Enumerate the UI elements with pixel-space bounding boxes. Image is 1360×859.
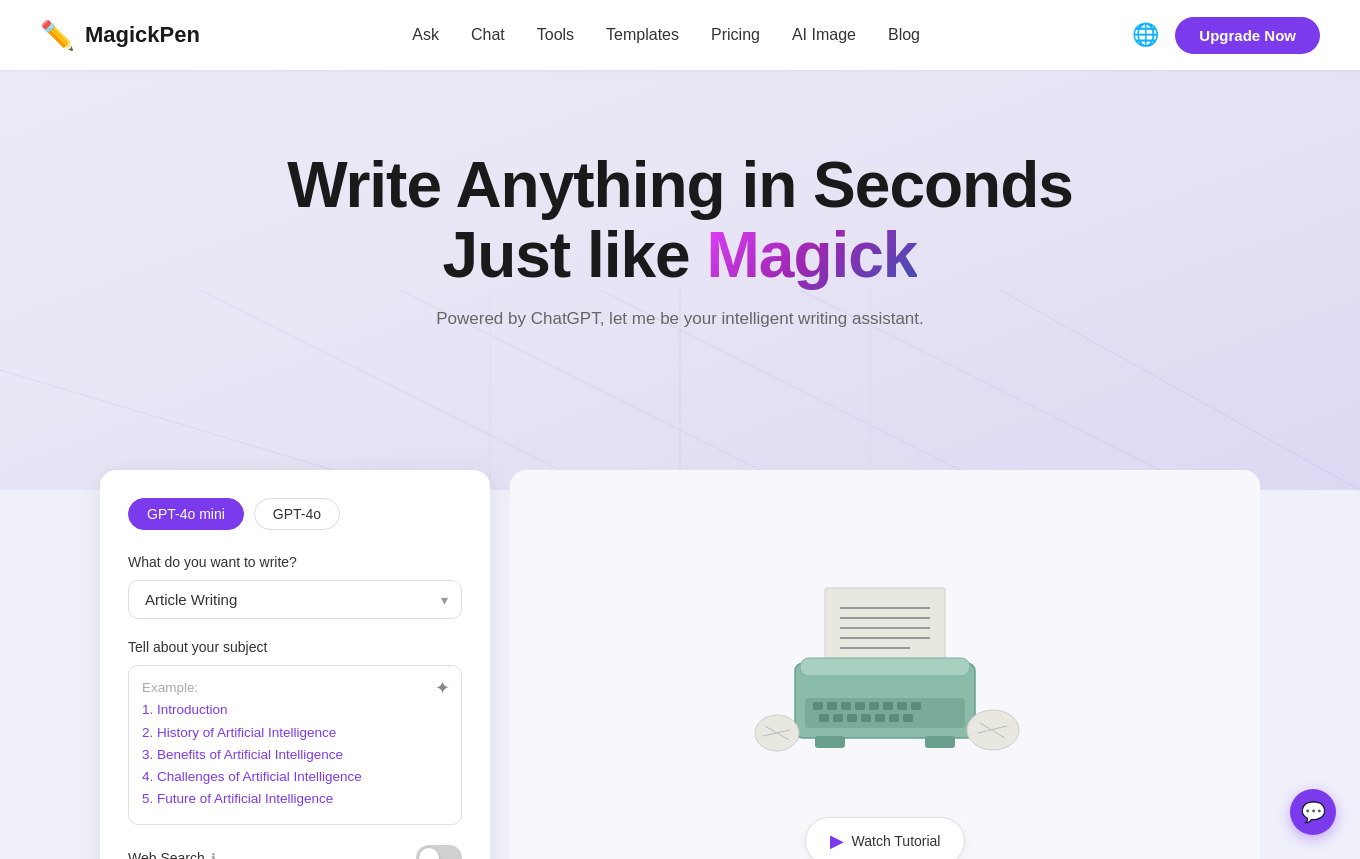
hero-section: Write Anything in Seconds Just like Magi… <box>0 70 1360 490</box>
svg-rect-32 <box>903 714 913 722</box>
web-search-label: Web Search ℹ <box>128 850 216 859</box>
topic-select-wrapper: Article Writing Blog Post Essay Email So… <box>128 580 462 619</box>
svg-rect-16 <box>800 658 970 676</box>
svg-rect-23 <box>883 702 893 710</box>
chat-bubble[interactable]: 💬 <box>1290 789 1336 835</box>
nav-templates[interactable]: Templates <box>606 26 679 44</box>
subject-textarea[interactable] <box>128 665 462 825</box>
svg-rect-34 <box>925 736 955 748</box>
brand-logo[interactable]: ✏️ MagickPen <box>40 19 200 52</box>
svg-rect-28 <box>847 714 857 722</box>
toggle-thumb <box>419 848 439 859</box>
brand-name: MagickPen <box>85 22 200 48</box>
svg-rect-19 <box>827 702 837 710</box>
web-search-row: Web Search ℹ <box>128 845 462 859</box>
hero-title-line2-prefix: Just like <box>443 219 707 291</box>
svg-rect-27 <box>833 714 843 722</box>
hero-title-magick: Magick <box>706 219 917 291</box>
typewriter-illustration <box>725 568 1045 768</box>
svg-rect-20 <box>841 702 851 710</box>
language-icon[interactable]: 🌐 <box>1132 22 1159 48</box>
svg-point-38 <box>967 710 1019 750</box>
svg-rect-21 <box>855 702 865 710</box>
model-tabs: GPT-4o mini GPT-4o <box>128 498 462 530</box>
svg-rect-22 <box>869 702 879 710</box>
nav-ask[interactable]: Ask <box>412 26 439 44</box>
typewriter-svg <box>735 578 1035 758</box>
topic-select[interactable]: Article Writing Blog Post Essay Email So… <box>128 580 462 619</box>
svg-rect-30 <box>875 714 885 722</box>
ai-sparkle-icon[interactable]: ✦ <box>435 677 450 699</box>
textarea-wrapper: Example: 1. Introduction 2. History of A… <box>128 665 462 829</box>
svg-rect-25 <box>911 702 921 710</box>
svg-rect-24 <box>897 702 907 710</box>
main-content: GPT-4o mini GPT-4o What do you want to w… <box>50 470 1310 859</box>
svg-rect-33 <box>815 736 845 748</box>
subject-label: Tell about your subject <box>128 639 462 655</box>
watch-tutorial-label: Watch Tutorial <box>852 833 941 849</box>
nav-ai-image[interactable]: AI Image <box>792 26 856 44</box>
left-panel: GPT-4o mini GPT-4o What do you want to w… <box>100 470 490 859</box>
nav-pricing[interactable]: Pricing <box>711 26 760 44</box>
upgrade-button[interactable]: Upgrade Now <box>1175 17 1320 54</box>
logo-icon: ✏️ <box>40 19 75 52</box>
model-tab-gpt4o-mini[interactable]: GPT-4o mini <box>128 498 244 530</box>
play-icon: ▶ <box>830 830 844 852</box>
nav-links: Ask Chat Tools Templates Pricing AI Imag… <box>412 26 920 44</box>
svg-rect-29 <box>861 714 871 722</box>
nav-tools[interactable]: Tools <box>537 26 574 44</box>
svg-rect-18 <box>813 702 823 710</box>
hero-subtitle: Powered by ChatGPT, let me be your intel… <box>40 309 1320 329</box>
chat-bubble-icon: 💬 <box>1301 800 1326 824</box>
nav-chat[interactable]: Chat <box>471 26 505 44</box>
model-tab-gpt4o[interactable]: GPT-4o <box>254 498 340 530</box>
nav-blog[interactable]: Blog <box>888 26 920 44</box>
web-search-toggle[interactable] <box>416 845 462 859</box>
info-icon[interactable]: ℹ <box>211 851 216 860</box>
hero-title-line1: Write Anything in Seconds <box>287 149 1073 221</box>
hero-title: Write Anything in Seconds Just like Magi… <box>40 150 1320 291</box>
write-label: What do you want to write? <box>128 554 462 570</box>
navbar: ✏️ MagickPen Ask Chat Tools Templates Pr… <box>0 0 1360 70</box>
svg-rect-26 <box>819 714 829 722</box>
right-panel: ▶ Watch Tutorial <box>510 470 1260 859</box>
nav-right: 🌐 Upgrade Now <box>1132 17 1320 54</box>
svg-rect-31 <box>889 714 899 722</box>
watch-tutorial-button[interactable]: ▶ Watch Tutorial <box>805 817 966 859</box>
toggle-track <box>416 845 462 859</box>
